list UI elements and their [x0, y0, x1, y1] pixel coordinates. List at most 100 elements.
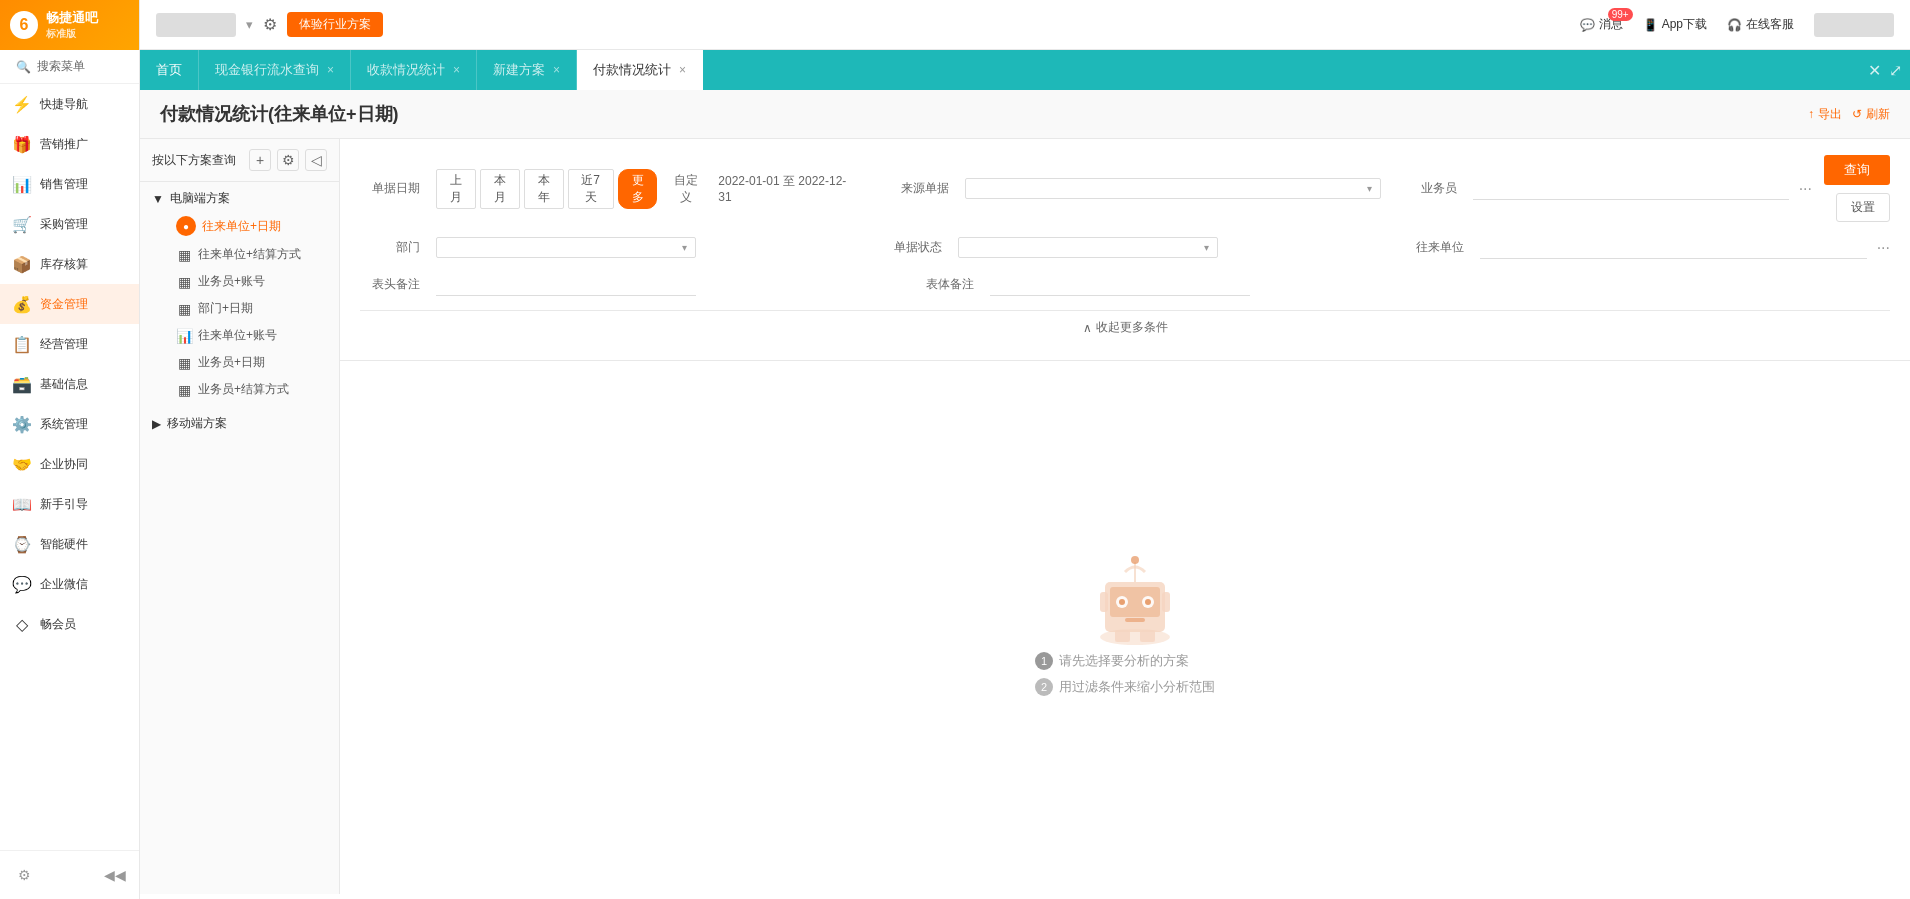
department-arrow: ▾	[682, 242, 687, 253]
scheme-item-5[interactable]: ▦ 业务员+日期	[152, 349, 327, 376]
search-menu[interactable]: 🔍 搜索菜单	[0, 50, 139, 84]
voucher-status-dropdown[interactable]: ▾	[958, 237, 1218, 258]
collapse-button[interactable]: ∧ 收起更多条件	[360, 310, 1890, 344]
sidebar-item-vip[interactable]: ◇ 畅会员	[0, 604, 139, 644]
cooperation-icon: 🤝	[12, 454, 32, 474]
content-area: 按以下方案查询 + ⚙ ◁ ▼ 电脑端方案 ● 往来单位+日期	[140, 139, 1910, 894]
page-actions: ↑ 导出 ↺ 刷新	[1808, 106, 1890, 123]
trial-button[interactable]: 体验行业方案	[287, 12, 383, 37]
date-btn-last-month[interactable]: 上月	[436, 169, 476, 209]
header-remark-input[interactable]	[436, 273, 696, 296]
sidebar-item-inventory[interactable]: 📦 库存核算	[0, 244, 139, 284]
sidebar-item-marketing[interactable]: 🎁 营销推广	[0, 124, 139, 164]
finance-icon: 💰	[12, 294, 32, 314]
tip-number-1: 1	[1035, 652, 1053, 670]
active-scheme-dot: ●	[176, 216, 196, 236]
user-avatar[interactable]	[1814, 13, 1894, 37]
scheme-item-4[interactable]: 📊 往来单位+账号	[152, 322, 327, 349]
collapse-sidebar-button[interactable]: ◀◀	[101, 861, 129, 889]
app-download-button[interactable]: 📱 App下载	[1643, 16, 1707, 33]
date-btn-more[interactable]: 更多	[618, 169, 658, 209]
department-dropdown[interactable]: ▾	[436, 237, 696, 258]
vip-icon: ◇	[12, 614, 32, 634]
related-party-label: 往来单位	[1384, 239, 1464, 256]
inventory-icon: 📦	[12, 254, 32, 274]
tab-payment-stat2-close[interactable]: ×	[679, 63, 686, 77]
close-all-tabs-icon[interactable]: ✕	[1868, 61, 1881, 80]
sidebar-item-finance[interactable]: 💰 资金管理	[0, 284, 139, 324]
sidebar-item-system[interactable]: ⚙️ 系统管理	[0, 404, 139, 444]
service-icon: 🎧	[1727, 18, 1742, 32]
sidebar-item-cooperation[interactable]: 🤝 企业协同	[0, 444, 139, 484]
online-service-button[interactable]: 🎧 在线客服	[1727, 16, 1794, 33]
add-scheme-button[interactable]: +	[249, 149, 271, 171]
date-btn-last-7days[interactable]: 近7天	[568, 169, 614, 209]
tab-new-scheme[interactable]: 新建方案 ×	[477, 50, 577, 90]
sidebar-nav: ⚡ 快捷导航 🎁 营销推广 📊 销售管理 🛒 采购管理 📦 库存核算 💰 资金管…	[0, 84, 139, 850]
page-header: 付款情况统计(往来单位+日期) ↑ 导出 ↺ 刷新	[140, 90, 1910, 139]
sidebar-item-guide[interactable]: 📖 新手引导	[0, 484, 139, 524]
scheme-settings-button[interactable]: ⚙	[277, 149, 299, 171]
refresh-button[interactable]: ↺ 刷新	[1852, 106, 1890, 123]
sidebar-item-basic[interactable]: 🗃️ 基础信息	[0, 364, 139, 404]
scheme-collapse-button[interactable]: ◁	[305, 149, 327, 171]
related-party-control: ···	[1480, 236, 1890, 259]
expand-tabs-icon[interactable]: ⤢	[1889, 61, 1902, 80]
mobile-expand-icon: ▶	[152, 417, 161, 431]
sidebar-item-wechat[interactable]: 💬 企业微信	[0, 564, 139, 604]
sidebar-item-sales[interactable]: 📊 销售管理	[0, 164, 139, 204]
messages-icon: 💬	[1580, 18, 1595, 32]
salesman-more-btn[interactable]: ···	[1799, 180, 1812, 198]
sidebar-item-operation[interactable]: 📋 经营管理	[0, 324, 139, 364]
export-icon: ↑	[1808, 107, 1814, 121]
related-party-input[interactable]	[1480, 236, 1867, 259]
mobile-category-header[interactable]: ▶ 移动端方案	[152, 415, 327, 432]
tab-cash-bank[interactable]: 现金银行流水查询 ×	[199, 50, 351, 90]
messages-button[interactable]: 💬 消息 99+	[1580, 16, 1623, 33]
body-remark-input[interactable]	[990, 273, 1250, 296]
desktop-scheme-category: ▼ 电脑端方案 ● 往来单位+日期 ▦ 往来单位+结算方式 ▦ 业务员+账号	[140, 182, 339, 407]
tab-payment-stat2[interactable]: 付款情况统计 ×	[577, 50, 703, 90]
tab-home[interactable]: 首页	[140, 50, 199, 90]
query-area: 查询 设置	[1824, 155, 1890, 222]
filter-form: 单据日期 上月 本月 本年 近7天 更多 自定义 2022-01-01 至 20…	[340, 139, 1910, 361]
svg-point-13	[1131, 556, 1139, 564]
filter-row-2: 部门 ▾ 单据状态 ▾	[360, 236, 1890, 259]
logo-icon: 6	[10, 11, 38, 39]
tab-payment-stat[interactable]: 收款情况统计 ×	[351, 50, 477, 90]
filter-area: 单据日期 上月 本月 本年 近7天 更多 自定义 2022-01-01 至 20…	[340, 139, 1910, 894]
source-voucher-select[interactable]: ▾	[965, 178, 1382, 199]
settings-button[interactable]: ⚙	[10, 861, 38, 889]
date-btn-custom[interactable]: 自定义	[661, 169, 710, 209]
sidebar-item-hardware[interactable]: ⌚ 智能硬件	[0, 524, 139, 564]
setting-button[interactable]: 设置	[1836, 193, 1890, 222]
collapse-arrow-icon: ∧	[1083, 321, 1092, 335]
scheme-item-1[interactable]: ▦ 往来单位+结算方式	[152, 241, 327, 268]
sidebar-item-purchase[interactable]: 🛒 采购管理	[0, 204, 139, 244]
tab-payment-stat-close[interactable]: ×	[453, 63, 460, 77]
date-btn-this-year[interactable]: 本年	[524, 169, 564, 209]
scheme-item-2[interactable]: ▦ 业务员+账号	[152, 268, 327, 295]
tab-cash-bank-close[interactable]: ×	[327, 63, 334, 77]
date-btn-this-month[interactable]: 本月	[480, 169, 520, 209]
filter-row-3: 表头备注 表体备注	[360, 273, 1890, 296]
scheme-item-6[interactable]: ▦ 业务员+结算方式	[152, 376, 327, 403]
scheme-item-0[interactable]: ● 往来单位+日期	[152, 211, 327, 241]
tabbar-actions: ✕ ⤢	[1868, 50, 1910, 90]
salesman-input[interactable]	[1473, 177, 1788, 200]
svg-rect-7	[1125, 618, 1145, 622]
scheme-item-3[interactable]: ▦ 部门+日期	[152, 295, 327, 322]
svg-point-6	[1145, 599, 1151, 605]
desktop-category-header[interactable]: ▼ 电脑端方案	[152, 190, 327, 207]
sidebar-item-quick-nav[interactable]: ⚡ 快捷导航	[0, 84, 139, 124]
query-button[interactable]: 查询	[1824, 155, 1890, 185]
related-party-more-btn[interactable]: ···	[1877, 239, 1890, 257]
page-title: 付款情况统计(往来单位+日期)	[160, 102, 399, 126]
quick-nav-icon: ⚡	[12, 94, 32, 114]
date-filter-control: 上月 本月 本年 近7天 更多 自定义 2022-01-01 至 2022-12…	[436, 169, 853, 209]
source-voucher-dropdown[interactable]: ▾	[965, 178, 1382, 199]
company-dropdown-arrow[interactable]: ▾	[246, 17, 253, 32]
export-button[interactable]: ↑ 导出	[1808, 106, 1842, 123]
settings-gear-icon[interactable]: ⚙	[263, 15, 277, 34]
tab-new-scheme-close[interactable]: ×	[553, 63, 560, 77]
